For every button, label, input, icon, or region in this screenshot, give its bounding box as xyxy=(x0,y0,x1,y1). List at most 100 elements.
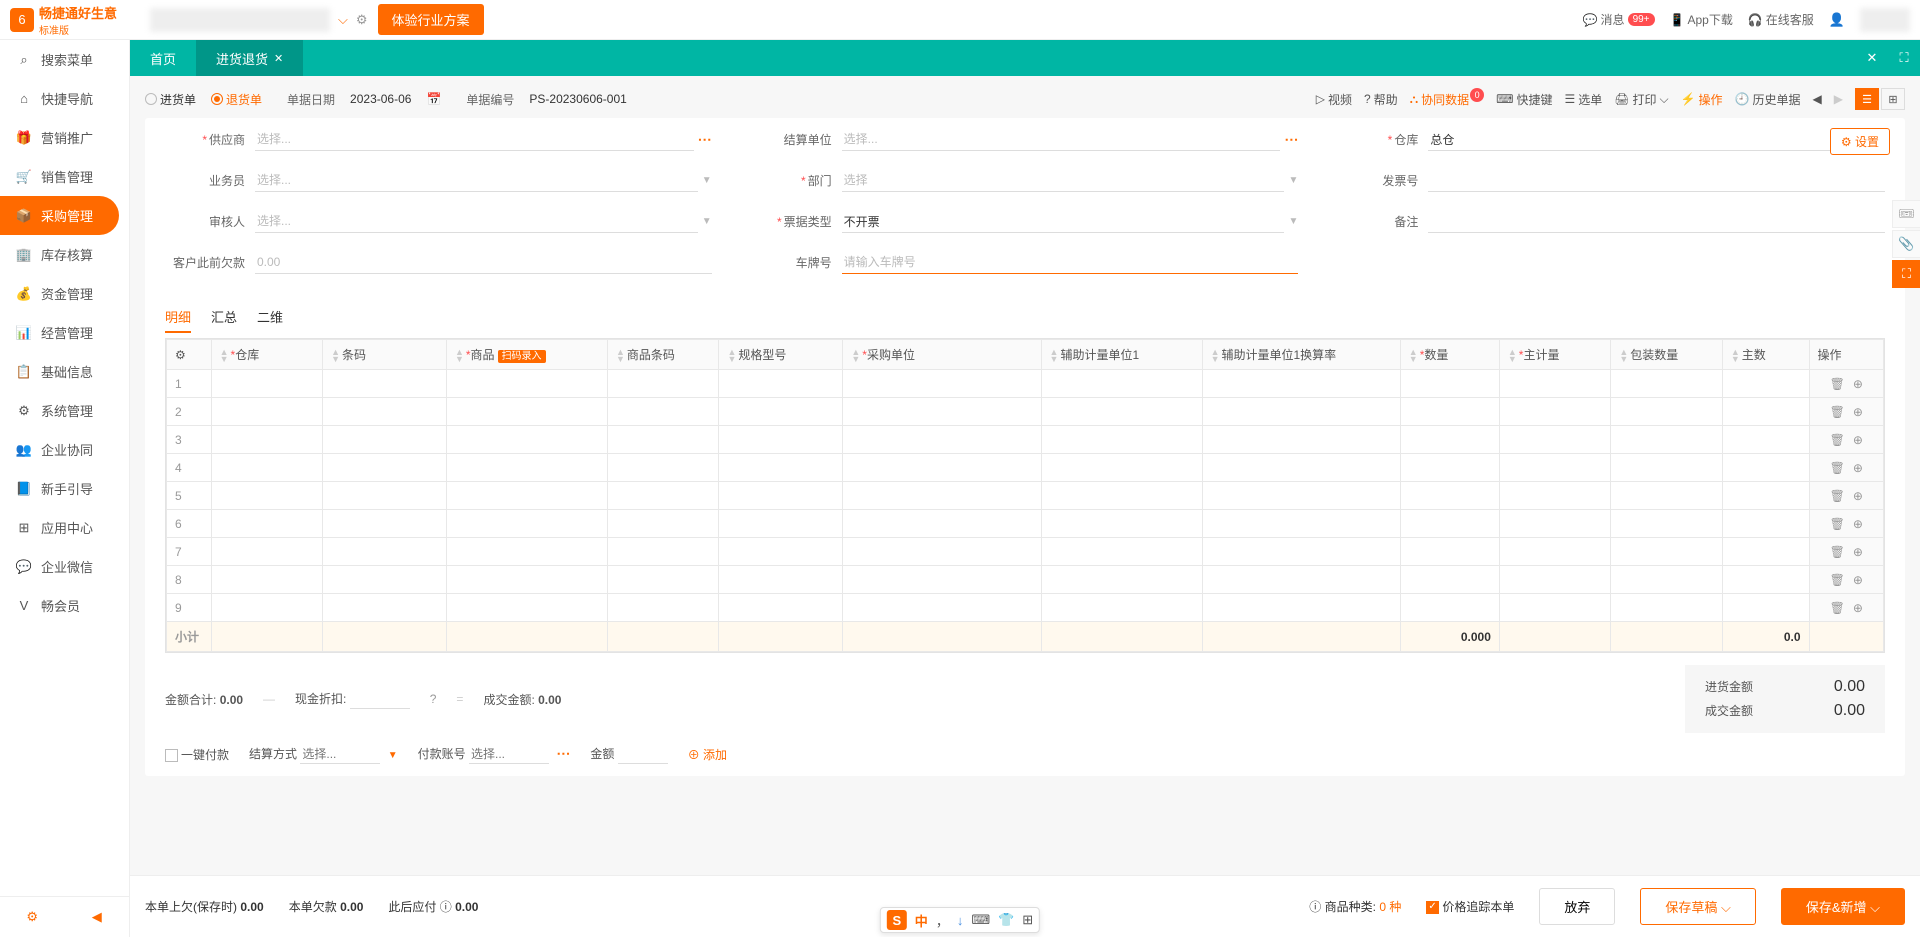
cell[interactable] xyxy=(211,566,322,594)
avatar-icon[interactable]: 👤 xyxy=(1829,12,1845,28)
cell[interactable] xyxy=(1722,510,1809,538)
pay-amount-input[interactable] xyxy=(618,745,668,764)
ime-lang[interactable]: 中 xyxy=(915,911,928,930)
voucher-input[interactable] xyxy=(842,210,1285,233)
cell[interactable] xyxy=(843,398,1041,426)
cell[interactable] xyxy=(323,538,447,566)
radio-purchase-return[interactable]: 退货单 xyxy=(211,91,262,108)
sidebar-item-11[interactable]: 📘新手引导 xyxy=(0,469,129,508)
help-link[interactable]: ? 帮助 xyxy=(1364,91,1398,108)
supplier-input[interactable] xyxy=(255,128,694,151)
add-row-icon[interactable]: ⊕ xyxy=(1853,461,1863,475)
cell[interactable] xyxy=(1041,538,1202,566)
track-price-checkbox[interactable]: 价格追踪本单 xyxy=(1426,898,1514,915)
doc-date[interactable]: 2023-06-06 xyxy=(350,92,411,106)
table-row[interactable]: 7🗑⊕ xyxy=(167,538,1884,566)
cell[interactable] xyxy=(1722,370,1809,398)
cell[interactable] xyxy=(719,594,843,622)
cell[interactable] xyxy=(323,482,447,510)
table-row[interactable]: 4🗑⊕ xyxy=(167,454,1884,482)
collab-link[interactable]: ⛬ 协同数据0 xyxy=(1410,91,1484,108)
cell[interactable] xyxy=(1041,566,1202,594)
cell[interactable] xyxy=(1611,454,1722,482)
cell[interactable] xyxy=(1202,482,1400,510)
col-header-8[interactable]: ▲▼*数量 xyxy=(1400,340,1499,370)
ime-logo[interactable]: S xyxy=(887,910,907,930)
online-service-link[interactable]: 🎧 在线客服 xyxy=(1748,11,1814,28)
cell[interactable] xyxy=(211,594,322,622)
cell[interactable] xyxy=(1400,510,1499,538)
cell[interactable] xyxy=(1499,594,1610,622)
delete-icon[interactable]: 🗑 xyxy=(1830,517,1845,531)
cell[interactable] xyxy=(843,482,1041,510)
cell[interactable] xyxy=(1041,370,1202,398)
sidebar-item-13[interactable]: 💬企业微信 xyxy=(0,547,129,586)
cell[interactable] xyxy=(843,594,1041,622)
cell[interactable] xyxy=(1722,566,1809,594)
sidebar-item-10[interactable]: 👥企业协同 xyxy=(0,430,129,469)
company-dropdown-icon[interactable]: ⌵ xyxy=(338,12,348,28)
cell[interactable] xyxy=(607,594,718,622)
cell[interactable] xyxy=(1400,370,1499,398)
delete-icon[interactable]: 🗑 xyxy=(1830,461,1845,475)
cell[interactable] xyxy=(446,454,607,482)
messages-link[interactable]: 💬 消息 99+ xyxy=(1583,11,1655,28)
cash-discount-input[interactable] xyxy=(350,690,410,709)
delete-icon[interactable]: 🗑 xyxy=(1830,573,1845,587)
add-row-icon[interactable]: ⊕ xyxy=(1853,601,1863,615)
select-link[interactable]: ☰ 选单 xyxy=(1564,91,1602,108)
cell[interactable] xyxy=(323,566,447,594)
cell[interactable] xyxy=(607,370,718,398)
table-row[interactable]: 8🗑⊕ xyxy=(167,566,1884,594)
cell[interactable] xyxy=(1722,538,1809,566)
detail-tab-dual[interactable]: 二维 xyxy=(257,302,283,333)
col-header-1[interactable]: ▲▼条码 xyxy=(323,340,447,370)
cell[interactable] xyxy=(607,482,718,510)
delete-icon[interactable]: 🗑 xyxy=(1830,377,1845,391)
col-header-6[interactable]: ▲▼辅助计量单位1 xyxy=(1041,340,1202,370)
cell[interactable] xyxy=(719,398,843,426)
gear-col[interactable]: ⚙ xyxy=(167,340,212,370)
cell[interactable] xyxy=(1202,454,1400,482)
cell[interactable] xyxy=(323,370,447,398)
action-link[interactable]: ⚡ 操作 xyxy=(1681,91,1723,108)
cell[interactable] xyxy=(323,426,447,454)
delete-icon[interactable]: 🗑 xyxy=(1830,433,1845,447)
cell[interactable] xyxy=(719,510,843,538)
cell[interactable] xyxy=(607,538,718,566)
cell[interactable] xyxy=(1499,566,1610,594)
cell[interactable] xyxy=(323,454,447,482)
cell[interactable] xyxy=(211,538,322,566)
close-icon[interactable]: ✕ xyxy=(274,52,283,65)
cell[interactable] xyxy=(1499,538,1610,566)
sidebar-item-0[interactable]: ⌕搜索菜单 xyxy=(0,40,129,79)
cell[interactable] xyxy=(1202,370,1400,398)
settle-method-select[interactable] xyxy=(300,745,380,764)
cell[interactable] xyxy=(719,370,843,398)
tab-home[interactable]: 首页 xyxy=(130,40,196,76)
col-header-11[interactable]: ▲▼主数 xyxy=(1722,340,1809,370)
dept-input[interactable] xyxy=(842,169,1285,192)
cell[interactable] xyxy=(607,398,718,426)
ime-punct[interactable]: ， xyxy=(936,911,949,930)
cell[interactable] xyxy=(843,566,1041,594)
col-header-4[interactable]: ▲▼规格型号 xyxy=(719,340,843,370)
view-grid[interactable]: ⊞ xyxy=(1881,88,1905,110)
company-name[interactable]: xxxxx xyxy=(150,8,330,32)
cell[interactable] xyxy=(843,454,1041,482)
cell[interactable] xyxy=(1499,426,1610,454)
cell[interactable] xyxy=(1400,398,1499,426)
cell[interactable] xyxy=(1041,510,1202,538)
warehouse-input[interactable] xyxy=(1428,128,1867,151)
radio-purchase-in[interactable]: 进货单 xyxy=(145,91,196,108)
cell[interactable] xyxy=(719,566,843,594)
cell[interactable] xyxy=(1722,426,1809,454)
cell[interactable] xyxy=(1499,510,1610,538)
cell[interactable] xyxy=(1041,454,1202,482)
cell[interactable] xyxy=(1499,370,1610,398)
cell[interactable] xyxy=(843,538,1041,566)
cell[interactable] xyxy=(1400,538,1499,566)
sidebar-settings-btn[interactable]: ⚙ xyxy=(0,897,65,937)
sidebar-item-7[interactable]: 📊经营管理 xyxy=(0,313,129,352)
sidebar-item-5[interactable]: 🏢库存核算 xyxy=(0,235,129,274)
